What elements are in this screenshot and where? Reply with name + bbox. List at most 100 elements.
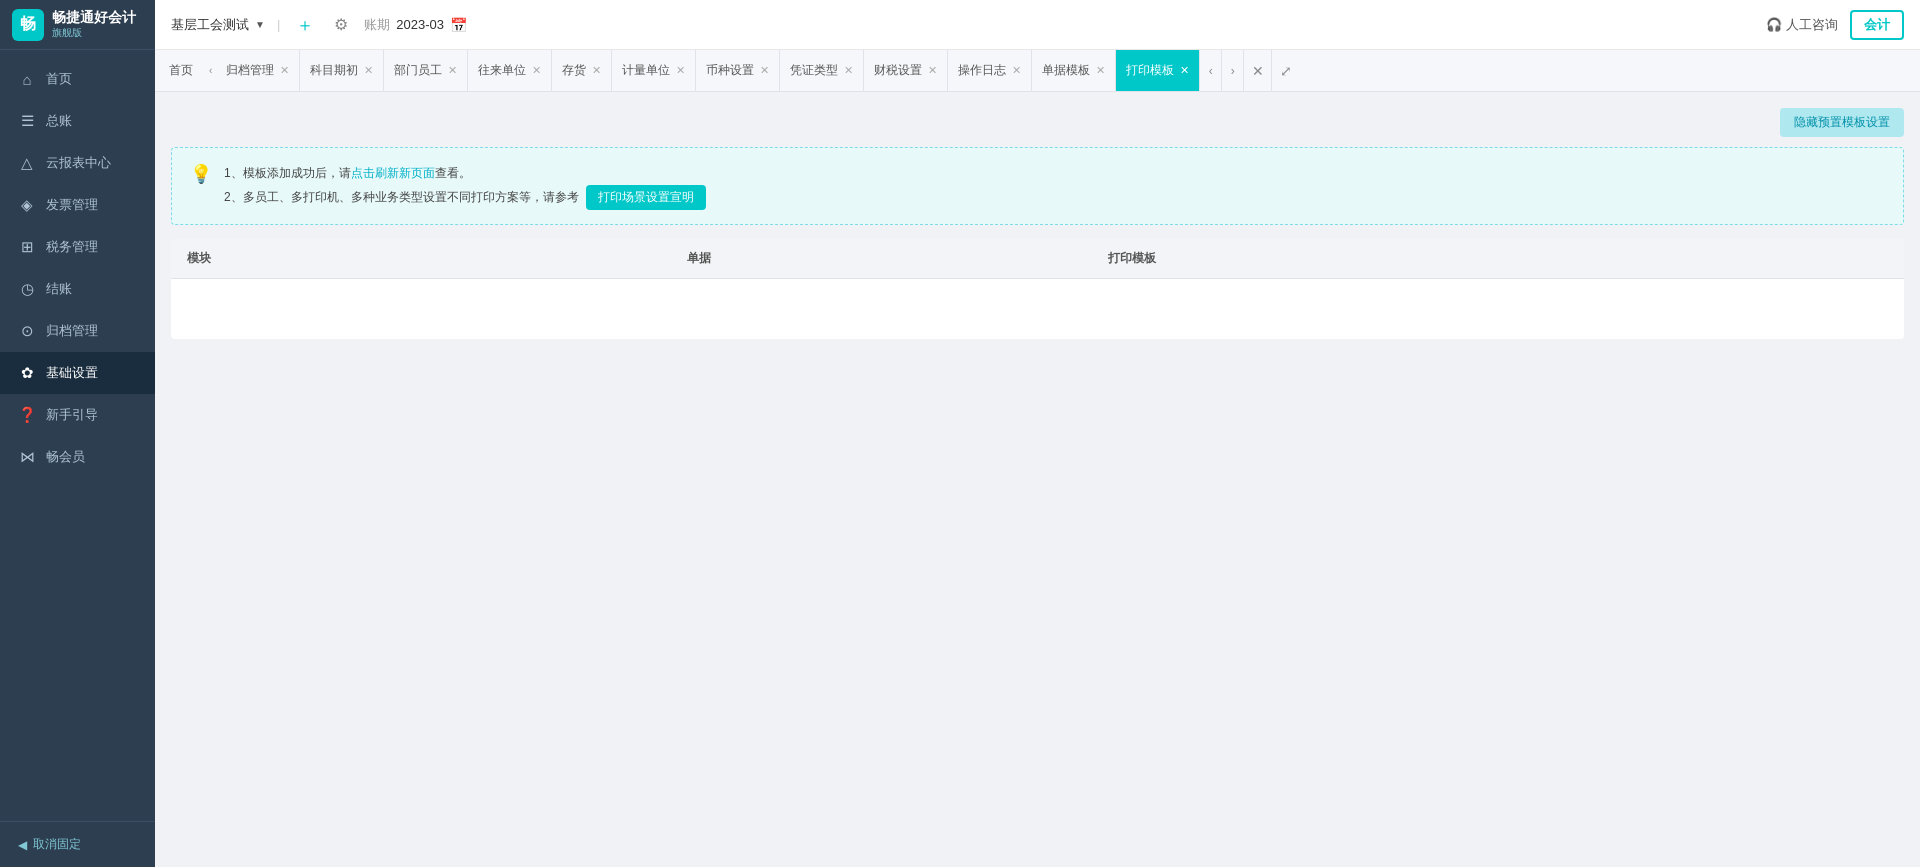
logo-sub: 旗舰版 xyxy=(52,26,136,40)
sidebar-item-reports[interactable]: △ 云报表中心 xyxy=(0,142,155,184)
company-dropdown-icon: ▼ xyxy=(255,19,265,30)
period-label: 账期 xyxy=(364,16,390,34)
sidebar-item-settings[interactable]: ✿ 基础设置 xyxy=(0,352,155,394)
main-area: 基层工会测试 ▼ | ＋ ⚙ 账期 2023-03 📅 🎧 人工咨询 会计 首页… xyxy=(155,0,1920,867)
info-line1-prefix: 1、模板添加成功后，请 xyxy=(224,166,351,180)
tab-close-icon[interactable]: ✕ xyxy=(676,64,685,77)
refresh-link[interactable]: 点击刷新新页面 xyxy=(351,166,435,180)
tabs-expand[interactable]: ⤢ xyxy=(1272,50,1300,92)
tab-tax-settings[interactable]: 财税设置 ✕ xyxy=(864,50,948,92)
tab-close-icon[interactable]: ✕ xyxy=(928,64,937,77)
tab-voucher-type[interactable]: 凭证类型 ✕ xyxy=(780,50,864,92)
tab-close-icon[interactable]: ✕ xyxy=(760,64,769,77)
tab-label: 科目期初 xyxy=(310,62,358,79)
settings-gear-icon[interactable]: ⚙ xyxy=(330,15,352,34)
tabs-nav-next[interactable]: › xyxy=(1222,50,1244,92)
tab-inventory[interactable]: 存货 ✕ xyxy=(552,50,612,92)
tab-archive-mgmt[interactable]: 归档管理 ✕ xyxy=(216,50,300,92)
sidebar-item-closing[interactable]: ◷ 结账 xyxy=(0,268,155,310)
sidebar-item-label: 总账 xyxy=(46,112,72,130)
tab-label: 财税设置 xyxy=(874,62,922,79)
sidebar-item-vip[interactable]: ⋈ 畅会员 xyxy=(0,436,155,478)
col-single-form: 单据 xyxy=(671,239,1093,278)
print-scene-button[interactable]: 打印场景设置宣明 xyxy=(586,185,706,210)
col-module: 模块 xyxy=(171,239,671,278)
tab-home[interactable]: 首页 xyxy=(159,50,203,92)
tabs-close-all[interactable]: ✕ xyxy=(1244,50,1272,92)
sidebar-item-label: 畅会员 xyxy=(46,448,85,466)
logo-text-area: 畅捷通好会计 旗舰版 xyxy=(52,9,136,40)
invoice-icon: ◈ xyxy=(18,196,36,214)
tab-print-template[interactable]: 打印模板 ✕ xyxy=(1116,50,1200,92)
sidebar-item-label: 首页 xyxy=(46,70,72,88)
action-bar: 隐藏预置模板设置 xyxy=(171,108,1904,137)
service-button[interactable]: 🎧 人工咨询 xyxy=(1766,16,1838,34)
tab-label: 打印模板 xyxy=(1126,62,1174,79)
table-header: 模块 单据 打印模板 xyxy=(171,239,1904,279)
ledger-icon: ☰ xyxy=(18,112,36,130)
unpin-icon: ◀ xyxy=(18,838,27,852)
tab-nav-back[interactable]: ‹ xyxy=(205,50,216,92)
tab-unit[interactable]: 计量单位 ✕ xyxy=(612,50,696,92)
guide-icon: ❓ xyxy=(18,406,36,424)
tab-close-icon[interactable]: ✕ xyxy=(1096,64,1105,77)
sidebar: 畅 畅捷通好会计 旗舰版 ⌂ 首页 ☰ 总账 △ 云报表中心 ◈ 发票管理 ⊞ … xyxy=(0,0,155,867)
unpin-sidebar-button[interactable]: ◀ 取消固定 xyxy=(0,821,155,867)
hide-preview-button[interactable]: 隐藏预置模板设置 xyxy=(1780,108,1904,137)
tab-currency[interactable]: 币种设置 ✕ xyxy=(696,50,780,92)
tab-close-icon[interactable]: ✕ xyxy=(1180,64,1189,77)
tab-label: 计量单位 xyxy=(622,62,670,79)
tab-operation-log[interactable]: 操作日志 ✕ xyxy=(948,50,1032,92)
tab-close-icon[interactable]: ✕ xyxy=(448,64,457,77)
tab-single-form[interactable]: 单据模板 ✕ xyxy=(1032,50,1116,92)
tab-label: 存货 xyxy=(562,62,586,79)
tab-dept-employee[interactable]: 部门员工 ✕ xyxy=(384,50,468,92)
tab-customer[interactable]: 往来单位 ✕ xyxy=(468,50,552,92)
separator: | xyxy=(277,17,280,32)
sidebar-item-label: 结账 xyxy=(46,280,72,298)
tab-label: 凭证类型 xyxy=(790,62,838,79)
tab-close-icon[interactable]: ✕ xyxy=(364,64,373,77)
add-company-button[interactable]: ＋ xyxy=(292,13,318,37)
sidebar-item-home[interactable]: ⌂ 首页 xyxy=(0,58,155,100)
tab-close-icon[interactable]: ✕ xyxy=(844,64,853,77)
period-display: 账期 2023-03 📅 xyxy=(364,16,467,34)
tabs-bar: 首页 ‹ 归档管理 ✕ 科目期初 ✕ 部门员工 ✕ 往来单位 ✕ 存货 ✕ 计量… xyxy=(155,50,1920,92)
sidebar-item-invoice[interactable]: ◈ 发票管理 xyxy=(0,184,155,226)
sidebar-item-label: 发票管理 xyxy=(46,196,98,214)
sidebar-item-label: 基础设置 xyxy=(46,364,98,382)
tab-close-icon[interactable]: ✕ xyxy=(532,64,541,77)
tab-close-icon[interactable]: ✕ xyxy=(1012,64,1021,77)
sidebar-item-label: 税务管理 xyxy=(46,238,98,256)
company-selector[interactable]: 基层工会测试 ▼ xyxy=(171,16,265,34)
tax-icon: ⊞ xyxy=(18,238,36,256)
unpin-label: 取消固定 xyxy=(33,836,81,853)
sidebar-item-guide[interactable]: ❓ 新手引导 xyxy=(0,394,155,436)
topbar: 基层工会测试 ▼ | ＋ ⚙ 账期 2023-03 📅 🎧 人工咨询 会计 xyxy=(155,0,1920,50)
sidebar-item-label: 归档管理 xyxy=(46,322,98,340)
sidebar-item-tax[interactable]: ⊞ 税务管理 xyxy=(0,226,155,268)
col-print-template: 打印模板 xyxy=(1092,239,1904,278)
logo-icon: 畅 xyxy=(12,9,44,41)
kuaiji-button[interactable]: 会计 xyxy=(1850,10,1904,40)
sidebar-item-archive[interactable]: ⊙ 归档管理 xyxy=(0,310,155,352)
tab-home-label: 首页 xyxy=(169,62,193,79)
tab-label: 归档管理 xyxy=(226,62,274,79)
tab-close-icon[interactable]: ✕ xyxy=(592,64,601,77)
sidebar-item-ledger[interactable]: ☰ 总账 xyxy=(0,100,155,142)
info-line1-suffix: 查看。 xyxy=(435,166,471,180)
table-body xyxy=(171,279,1904,339)
tab-close-icon[interactable]: ✕ xyxy=(280,64,289,77)
calendar-icon[interactable]: 📅 xyxy=(450,17,467,33)
info-line2: 2、多员工、多打印机、多种业务类型设置不同打印方案等，请参考 打印场景设置宣明 xyxy=(224,185,706,210)
closing-icon: ◷ xyxy=(18,280,36,298)
company-name: 基层工会测试 xyxy=(171,16,249,34)
info-box: 💡 1、模板添加成功后，请点击刷新新页面查看。 2、多员工、多打印机、多种业务类… xyxy=(171,147,1904,225)
tab-subject-period[interactable]: 科目期初 ✕ xyxy=(300,50,384,92)
info-line1: 1、模板添加成功后，请点击刷新新页面查看。 xyxy=(224,162,706,185)
headset-icon: 🎧 xyxy=(1766,17,1782,32)
tab-label: 部门员工 xyxy=(394,62,442,79)
archive-icon: ⊙ xyxy=(18,322,36,340)
bulb-icon: 💡 xyxy=(190,163,212,185)
tabs-nav-prev[interactable]: ‹ xyxy=(1200,50,1222,92)
